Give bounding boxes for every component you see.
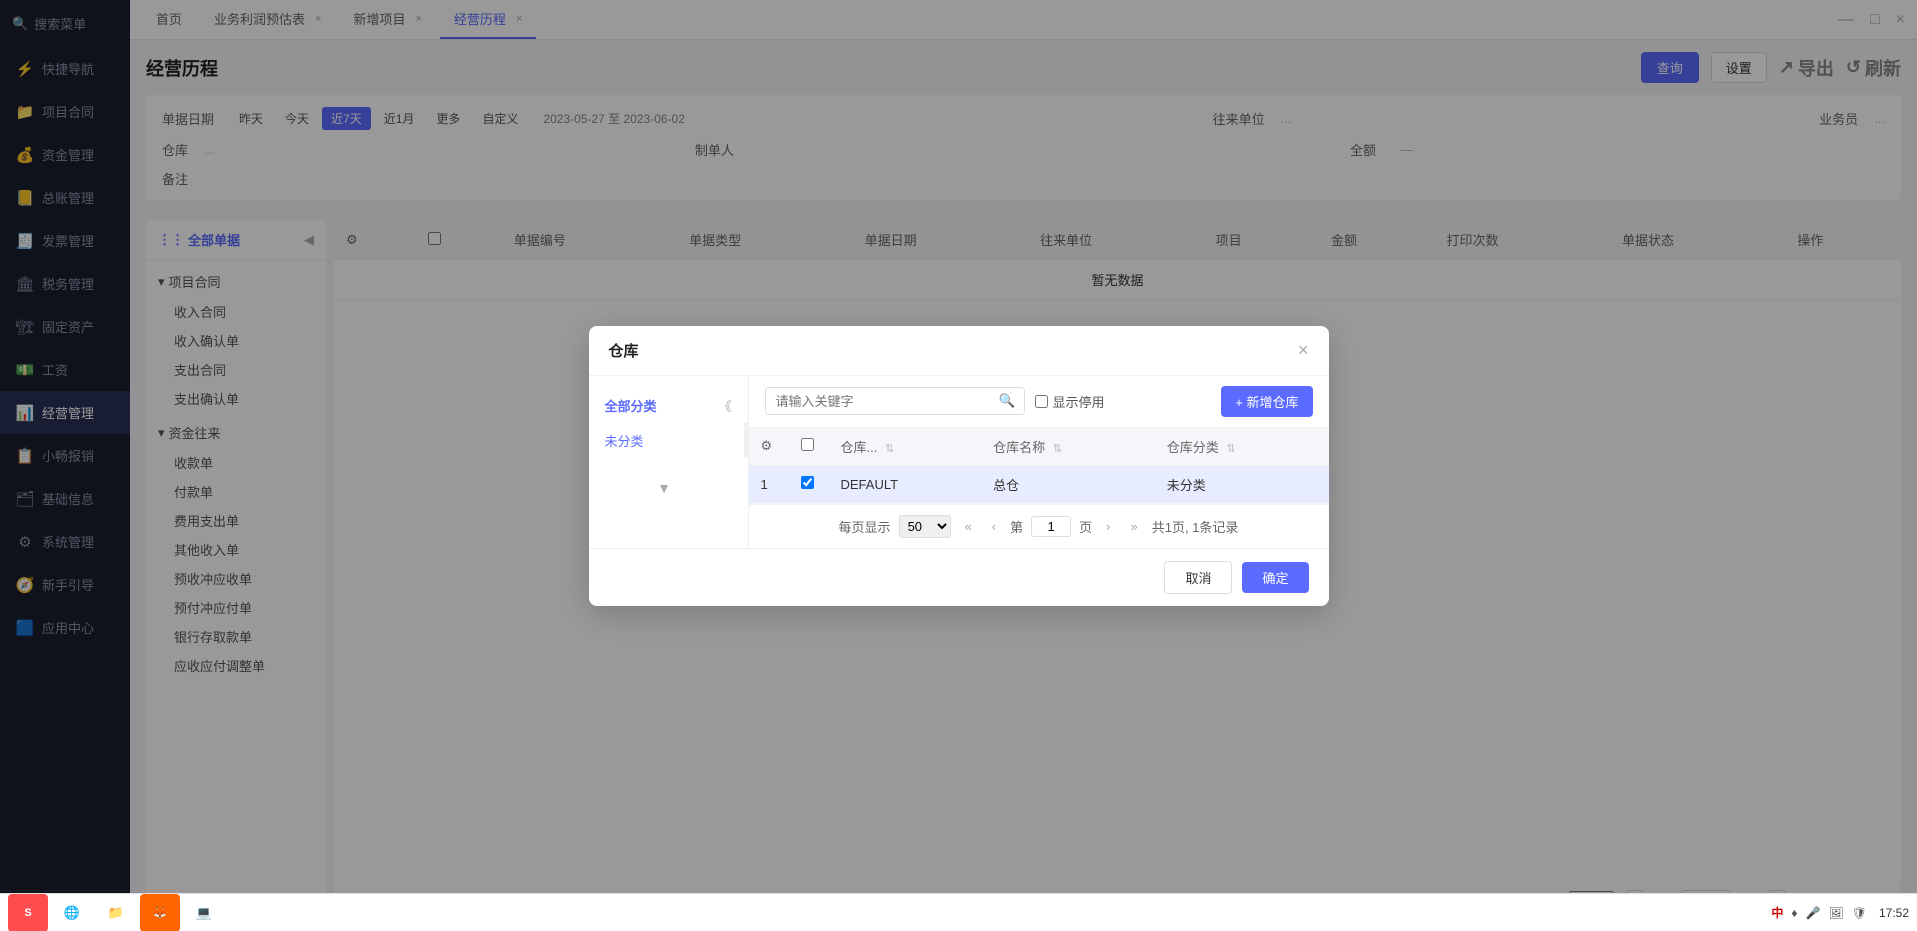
- dialog-actions: 取消 确定: [589, 548, 1329, 606]
- dialog-search: 🔍: [765, 387, 1025, 415]
- taskbar-icon-4[interactable]: 🦊: [140, 894, 180, 931]
- dialog-per-page-label: 每页显示: [839, 517, 891, 536]
- sort-category-icon[interactable]: ⇅: [1226, 443, 1235, 455]
- dialog-per-page-select[interactable]: 50 100: [899, 515, 951, 538]
- statusbar-time: 17:52: [1879, 906, 1909, 920]
- overlay[interactable]: 仓库 × 全部分类 《 未分类 ▼: [0, 0, 1917, 931]
- statusbar-icon-mic: 🎤: [1806, 906, 1821, 920]
- dialog-sidebar-header: 全部分类 《: [589, 388, 748, 423]
- row-category: 未分类: [1155, 465, 1329, 503]
- scroll-down-indicator: ▼: [589, 476, 740, 500]
- dialog-page-input[interactable]: [1031, 516, 1071, 537]
- dialog-page-suffix: 页: [1079, 517, 1092, 536]
- taskbar-icon-5[interactable]: 💻: [184, 894, 224, 931]
- dialog-sidebar-scroll: 未分类: [589, 423, 748, 458]
- statusbar-icon-img: 🖼: [1829, 906, 1844, 920]
- show-disabled-label: 显示停用: [1035, 392, 1105, 411]
- dialog-table: ⚙ 仓库... ⇅ 仓库名称 ⇅: [749, 428, 1329, 504]
- col-warehouse-name: 仓库名称 ⇅: [981, 428, 1155, 466]
- col-warehouse-code: 仓库... ⇅: [829, 428, 982, 466]
- win-taskbar: S 🌐 📁 🦊 💻 中 ♦ 🎤 🖼 🛡 17:52: [0, 893, 1917, 931]
- dialog-body: 全部分类 《 未分类 ▼ �: [589, 376, 1329, 548]
- dialog-page-label: 第: [1010, 517, 1023, 536]
- col-warehouse-category: 仓库分类 ⇅: [1155, 428, 1329, 466]
- col-check-all[interactable]: [789, 428, 829, 466]
- add-warehouse-btn[interactable]: + 新增仓库: [1221, 386, 1312, 417]
- dialog-title: 仓库: [609, 340, 639, 361]
- row-checkbox[interactable]: [789, 465, 829, 503]
- warehouse-dialog: 仓库 × 全部分类 《 未分类 ▼: [589, 326, 1329, 606]
- sort-code-icon[interactable]: ⇅: [885, 443, 894, 455]
- sort-name-icon[interactable]: ⇅: [1053, 443, 1062, 455]
- first-page-btn[interactable]: «: [959, 517, 978, 536]
- row-code: DEFAULT: [829, 465, 982, 503]
- taskbar-icon-2[interactable]: 🌐: [52, 894, 92, 931]
- cancel-button[interactable]: 取消: [1164, 561, 1232, 594]
- all-category-label[interactable]: 全部分类: [605, 396, 657, 415]
- dialog-close-btn[interactable]: ×: [1298, 340, 1309, 361]
- last-page-btn[interactable]: »: [1125, 517, 1144, 536]
- taskbar-icon-3[interactable]: 📁: [96, 894, 136, 931]
- statusbar-icon-cn[interactable]: 中: [1771, 904, 1783, 921]
- dialog-sidebar: 全部分类 《 未分类 ▼: [589, 376, 749, 548]
- dialog-search-btn[interactable]: 🔍: [991, 388, 1024, 414]
- dialog-toolbar: 🔍 显示停用 + 新增仓库: [749, 376, 1329, 428]
- dialog-total-records: 共1页, 1条记录: [1152, 517, 1239, 536]
- show-disabled-checkbox[interactable]: [1035, 395, 1048, 408]
- dialog-header: 仓库 ×: [589, 326, 1329, 376]
- sidebar-collapse-btn[interactable]: 《: [718, 396, 731, 415]
- confirm-button[interactable]: 确定: [1242, 562, 1308, 593]
- dialog-search-input[interactable]: [766, 389, 991, 414]
- taskbar-apps: S 🌐 📁 🦊 💻: [8, 894, 1769, 931]
- col-config[interactable]: ⚙: [749, 428, 789, 466]
- row-name: 总仓: [981, 465, 1155, 503]
- statusbar-icon-shield: 🛡: [1852, 906, 1867, 920]
- dialog-sidebar-item-uncategorized[interactable]: 未分类: [589, 423, 748, 458]
- prev-dialog-page-btn[interactable]: ‹: [986, 517, 1002, 536]
- dialog-table-wrap: ⚙ 仓库... ⇅ 仓库名称 ⇅: [749, 428, 1329, 504]
- dialog-main: 🔍 显示停用 + 新增仓库 ⚙: [749, 376, 1329, 548]
- table-row[interactable]: 1 DEFAULT 总仓 未分类: [749, 465, 1329, 503]
- dialog-pagination: 每页显示 50 100 « ‹ 第 页 › » 共1页, 1条记录: [749, 504, 1329, 548]
- scroll-track: [744, 423, 748, 458]
- taskbar-right: 中 ♦ 🎤 🖼 🛡 17:52: [1771, 904, 1909, 921]
- row-index: 1: [749, 465, 789, 503]
- taskbar-icon-1[interactable]: S: [8, 894, 48, 931]
- statusbar-icon-net: ♦: [1791, 906, 1797, 920]
- next-dialog-page-btn[interactable]: ›: [1100, 517, 1116, 536]
